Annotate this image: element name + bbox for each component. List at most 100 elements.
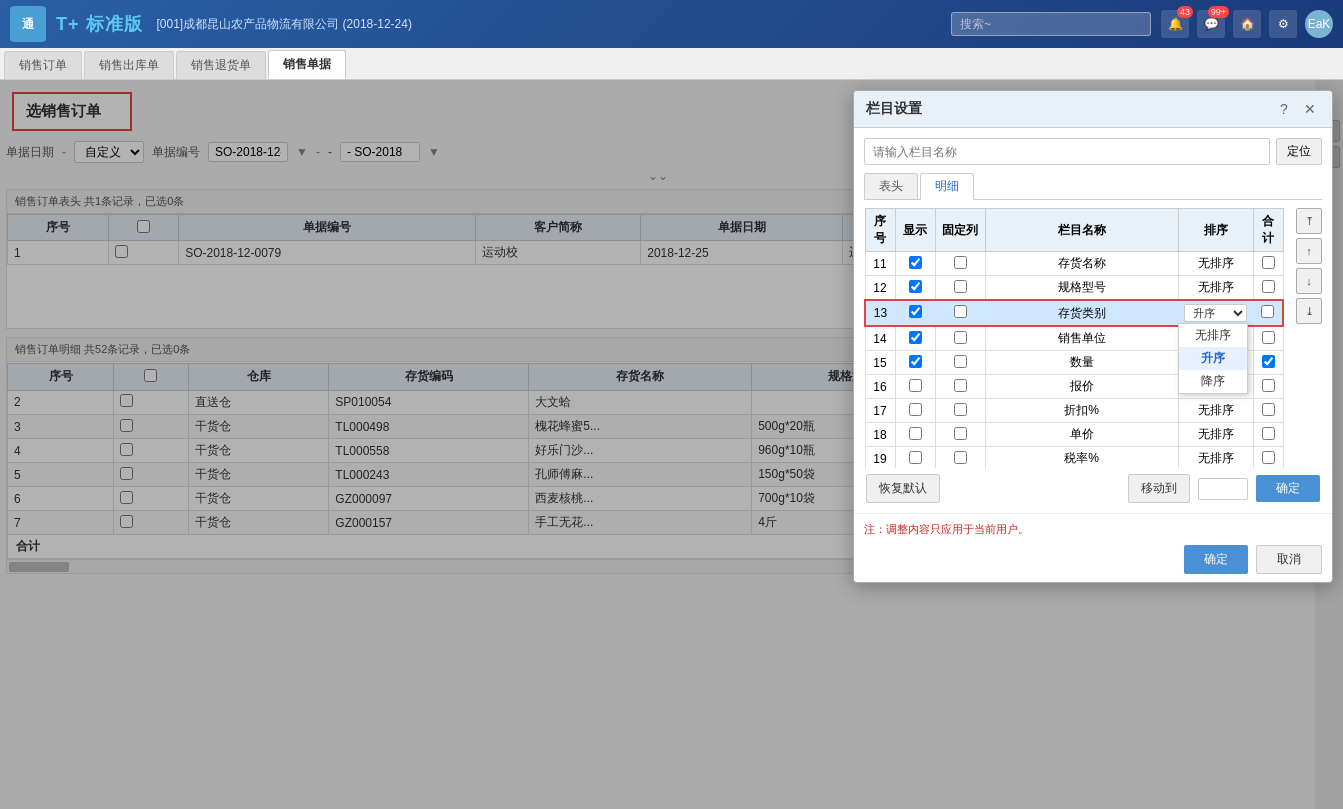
- th-sort: 排序: [1178, 209, 1253, 252]
- row-show-check[interactable]: [909, 451, 922, 464]
- dialog-cancel-btn[interactable]: 取消: [1256, 545, 1322, 574]
- app-logo: 通: [10, 6, 46, 42]
- user-avatar[interactable]: EaK: [1305, 10, 1333, 38]
- row-fixed-check[interactable]: [954, 355, 967, 368]
- global-search-input[interactable]: [951, 12, 1151, 36]
- dialog-search-input[interactable]: [864, 138, 1270, 165]
- tab-sales-order[interactable]: 销售订单: [4, 51, 82, 79]
- th-show: 显示: [895, 209, 935, 252]
- row-fixed-check[interactable]: [954, 451, 967, 464]
- row-show-check[interactable]: [909, 355, 922, 368]
- row-sum-check[interactable]: [1262, 379, 1275, 392]
- col-settings-table: 序号 显示 固定列 栏目名称 排序 合计: [864, 208, 1284, 468]
- sort-option-asc[interactable]: 升序: [1179, 347, 1247, 370]
- dialog-header: 栏目设置 ? ✕: [854, 91, 1332, 128]
- th-name: 栏目名称: [985, 209, 1178, 252]
- dialog-action-row: 恢复默认 移动到 确定: [864, 474, 1322, 503]
- row-sum-check[interactable]: [1262, 280, 1275, 293]
- sort-option-none[interactable]: 无排序: [1179, 324, 1247, 347]
- tab-sales-docs[interactable]: 销售单据: [268, 50, 346, 79]
- tab-header[interactable]: 表头: [864, 173, 918, 199]
- row-fixed-check[interactable]: [954, 379, 967, 392]
- row-fixed-check[interactable]: [954, 403, 967, 416]
- row-col-name: 存货名称: [985, 252, 1178, 276]
- move-bottom-btn[interactable]: ⤓: [1296, 298, 1322, 324]
- row-show-check[interactable]: [909, 280, 922, 293]
- th-seq: 序号: [865, 209, 895, 252]
- row-col-name: 规格型号: [985, 276, 1178, 301]
- dialog-title: 栏目设置: [866, 100, 922, 118]
- dialog-search-row: 定位: [864, 138, 1322, 165]
- row-sum-check[interactable]: [1262, 403, 1275, 416]
- dialog-table-scroll[interactable]: 序号 显示 固定列 栏目名称 排序 合计: [864, 208, 1284, 468]
- row-fixed-check[interactable]: [954, 305, 967, 318]
- row-fixed-check[interactable]: [954, 280, 967, 293]
- row-show-check[interactable]: [909, 256, 922, 269]
- row-col-name: 单价: [985, 423, 1178, 447]
- row-col-name: 存货类别: [985, 300, 1178, 326]
- message-icon-btn[interactable]: 💬 99+: [1197, 10, 1225, 38]
- row-show-check[interactable]: [909, 379, 922, 392]
- row-show-check[interactable]: [909, 427, 922, 440]
- row-sum-check[interactable]: [1262, 451, 1275, 464]
- settings-icon-btn[interactable]: ⚙: [1269, 10, 1297, 38]
- dialog-bottom: 注：调整内容只应用于当前用户。 确定 取消: [854, 513, 1332, 582]
- message-icon: 💬: [1204, 17, 1219, 31]
- notification-badge: 43: [1177, 6, 1193, 18]
- col-settings-row: 19 税率% 无排序: [865, 447, 1283, 469]
- th-fixed: 固定列: [935, 209, 985, 252]
- moveto-input[interactable]: [1198, 478, 1248, 500]
- row-sort-select[interactable]: 升序 无排序 降序: [1184, 304, 1247, 322]
- move-up-btn[interactable]: ↑: [1296, 238, 1322, 264]
- move-top-btn[interactable]: ⤒: [1296, 208, 1322, 234]
- main-content: 选销售订单 单据日期 - 自定义 单据编号 ▼ - - ▼ ⌄⌄ 销售订单表头 …: [0, 80, 1343, 809]
- bell-icon: 🔔: [1168, 17, 1183, 31]
- th-sum: 合计: [1253, 209, 1283, 252]
- dialog-body: 定位 表头 明细 序号 显示: [854, 128, 1332, 513]
- restore-default-btn[interactable]: 恢复默认: [866, 474, 940, 503]
- modal-overlay: 栏目设置 ? ✕ 定位 表头 明细: [0, 80, 1343, 809]
- message-badge: 99+: [1208, 6, 1229, 18]
- dialog-locate-btn[interactable]: 定位: [1276, 138, 1322, 165]
- navtabs: 销售订单 销售出库单 销售退货单 销售单据: [0, 48, 1343, 80]
- dialog-header-icons: ? ✕: [1274, 99, 1320, 119]
- row-fixed-check[interactable]: [954, 331, 967, 344]
- notification-icon-btn[interactable]: 🔔 43: [1161, 10, 1189, 38]
- row-show-check[interactable]: [909, 305, 922, 318]
- move-down-btn[interactable]: ↓: [1296, 268, 1322, 294]
- row-show-check[interactable]: [909, 403, 922, 416]
- row-col-name: 折扣%: [985, 399, 1178, 423]
- col-settings-row: 12 规格型号 无排序: [865, 276, 1283, 301]
- topbar: 通 T+ 标准版 [001]成都昆山农产品物流有限公司 (2018-12-24)…: [0, 0, 1343, 48]
- row-fixed-check[interactable]: [954, 256, 967, 269]
- dialog-mid-row: 序号 显示 固定列 栏目名称 排序 合计: [864, 208, 1322, 468]
- row-sum-check[interactable]: [1262, 256, 1275, 269]
- dialog-help-btn[interactable]: ?: [1274, 99, 1294, 119]
- sort-option-desc[interactable]: 降序: [1179, 370, 1247, 393]
- tab-sales-outbound[interactable]: 销售出库单: [84, 51, 174, 79]
- col-settings-row: 18 单价 无排序: [865, 423, 1283, 447]
- row-col-name: 销售单位: [985, 326, 1178, 351]
- row-sum-check[interactable]: [1262, 355, 1275, 368]
- row-sum-check[interactable]: [1262, 427, 1275, 440]
- dialog-note: 注：调整内容只应用于当前用户。: [864, 522, 1322, 537]
- col-settings-row: 11 存货名称 无排序: [865, 252, 1283, 276]
- row-fixed-check[interactable]: [954, 427, 967, 440]
- dialog-close-btn[interactable]: ✕: [1300, 99, 1320, 119]
- topbar-icons: 🔔 43 💬 99+ 🏠 ⚙ EaK: [1161, 10, 1333, 38]
- dialog-confirm-btn[interactable]: 确定: [1184, 545, 1248, 574]
- dialog-tabs: 表头 明细: [864, 173, 1322, 200]
- row-col-name: 税率%: [985, 447, 1178, 469]
- row-col-name: 报价: [985, 375, 1178, 399]
- row-show-check[interactable]: [909, 331, 922, 344]
- col-settings-row-highlighted[interactable]: 13 存货类别 升序 无排序 降序: [865, 300, 1283, 326]
- row-sum-check[interactable]: [1262, 331, 1275, 344]
- tab-detail[interactable]: 明细: [920, 173, 974, 200]
- row-sum-check[interactable]: [1261, 305, 1274, 318]
- moveto-btn[interactable]: 移动到: [1128, 474, 1190, 503]
- home-icon-btn[interactable]: 🏠: [1233, 10, 1261, 38]
- home-icon: 🏠: [1240, 17, 1255, 31]
- tab-sales-return[interactable]: 销售退货单: [176, 51, 266, 79]
- row-col-name: 数量: [985, 351, 1178, 375]
- action-confirm-btn[interactable]: 确定: [1256, 475, 1320, 502]
